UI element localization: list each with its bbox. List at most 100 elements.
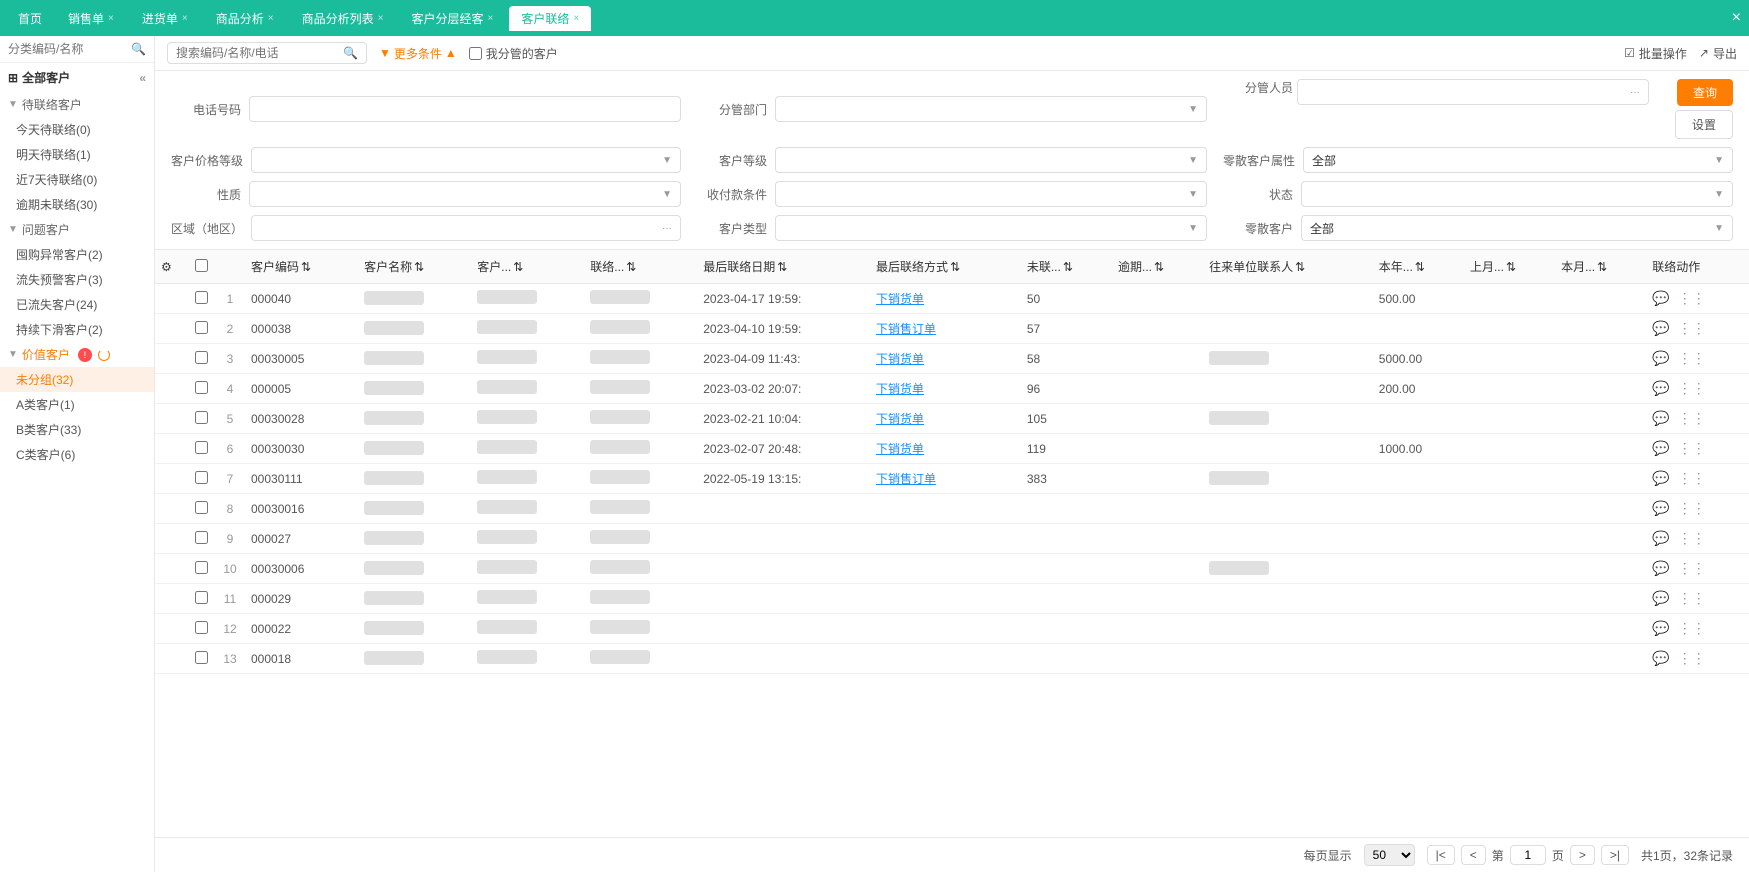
sidebar-item-overdue[interactable]: 逾期未联络(30) [0,192,154,217]
col-this-month[interactable]: 本月...⇅ [1555,250,1646,284]
last-page-btn[interactable]: >| [1601,845,1629,865]
filter-select-payment[interactable]: ▼ [775,181,1207,207]
all-customers-header[interactable]: ⊞ 全部客户 « [0,63,154,92]
close-icon[interactable]: × [573,13,579,24]
sidebar-item-class-b[interactable]: B类客户(33) [0,417,154,442]
nav-tab-sales[interactable]: 销售单 × [56,6,126,31]
row-checkbox[interactable] [195,621,208,634]
sidebar-item-churned[interactable]: 已流失客户(24) [0,292,154,317]
sidebar-item-class-c[interactable]: C类客户(6) [0,442,154,467]
message-icon[interactable]: 💬 [1652,500,1669,517]
col-last-way[interactable]: 最后联络方式⇅ [870,250,1021,284]
nav-tab-analysis-list[interactable]: 商品分析列表 × [290,6,396,31]
col-contact-person[interactable]: 往来单位联系人⇅ [1203,250,1373,284]
search-icon[interactable]: 🔍 [131,42,146,56]
sidebar-item-churn-warning[interactable]: 流失预警客户(3) [0,267,154,292]
filter-select-person[interactable]: ··· [1297,79,1649,105]
more-icon[interactable]: ⋮⋮ [1678,470,1706,487]
next-page-btn[interactable]: > [1570,845,1595,865]
close-icon[interactable]: × [268,13,274,24]
more-icon[interactable]: ⋮⋮ [1678,380,1706,397]
row-checkbox[interactable] [195,351,208,364]
filter-select-sparse-attr[interactable]: 全部▼ [1303,147,1733,173]
row-checkbox[interactable] [195,321,208,334]
refresh-icon[interactable] [98,349,110,361]
row-checkbox[interactable] [195,531,208,544]
search-input[interactable] [176,46,339,60]
contact-way-link[interactable]: 下销货单 [876,292,924,306]
filter-input-phone[interactable] [249,96,681,122]
filter-select-dept[interactable]: ▼ [775,96,1207,122]
sidebar-group-value[interactable]: 价值客户 ! [0,342,154,367]
select-all-checkbox[interactable] [195,259,208,272]
batch-op-btn[interactable]: ☑ 批量操作 [1624,45,1687,62]
col-type[interactable]: 客户...⇅ [471,250,584,284]
message-icon[interactable]: 💬 [1652,410,1669,427]
sidebar-item-tomorrow[interactable]: 明天待联络(1) [0,142,154,167]
nav-tab-home[interactable]: 首页 [8,6,52,31]
message-icon[interactable]: 💬 [1652,440,1669,457]
page-input[interactable] [1510,845,1546,865]
more-icon[interactable]: ⋮⋮ [1678,440,1706,457]
col-this-year[interactable]: 本年...⇅ [1373,250,1464,284]
sidebar-item-today[interactable]: 今天待联络(0) [0,117,154,142]
col-last-date[interactable]: 最后联络日期⇅ [697,250,870,284]
search-button[interactable]: 查询 [1677,79,1733,106]
filter-select-ctype[interactable]: ▼ [775,215,1207,241]
message-icon[interactable]: 💬 [1652,530,1669,547]
more-icon[interactable]: ⋮⋮ [1678,410,1706,427]
close-icon[interactable]: × [182,13,188,24]
my-customers-checkbox[interactable]: 我分管的客户 [469,45,558,62]
more-icon[interactable]: ⋮⋮ [1678,560,1706,577]
row-checkbox[interactable] [195,381,208,394]
nav-tab-customer-contact[interactable]: 客户联络 × [509,6,591,31]
col-name[interactable]: 客户名称⇅ [358,250,471,284]
filter-select-nature[interactable]: ▼ [249,181,681,207]
prev-page-btn[interactable]: < [1461,845,1486,865]
more-icon[interactable]: ⋮⋮ [1678,620,1706,637]
row-checkbox[interactable] [195,291,208,304]
message-icon[interactable]: 💬 [1652,290,1669,307]
col-code[interactable]: 客户编码⇅ [245,250,358,284]
col-contact[interactable]: 联络...⇅ [584,250,697,284]
col-settings[interactable]: ⚙ [155,250,187,284]
contact-way-link[interactable]: 下销货单 [876,412,924,426]
row-checkbox[interactable] [195,591,208,604]
first-page-btn[interactable]: |< [1427,845,1455,865]
contact-way-link[interactable]: 下销货单 [876,352,924,366]
close-icon[interactable]: × [108,13,114,24]
more-icon[interactable]: ⋮⋮ [1678,590,1706,607]
contact-way-link[interactable]: 下销售订单 [876,472,936,486]
message-icon[interactable]: 💬 [1652,470,1669,487]
nav-tab-analysis[interactable]: 商品分析 × [204,6,286,31]
filter-select-status[interactable]: ▼ [1301,181,1733,207]
nav-close-icon[interactable]: × [1732,9,1741,27]
sidebar-item-class-a[interactable]: A类客户(1) [0,392,154,417]
more-conditions-btn[interactable]: ▼ 更多条件 ▲ [379,45,457,62]
nav-tab-purchase[interactable]: 进货单 × [130,6,200,31]
message-icon[interactable]: 💬 [1652,320,1669,337]
col-last-month[interactable]: 上月...⇅ [1464,250,1555,284]
message-icon[interactable]: 💬 [1652,620,1669,637]
sidebar-group-problem[interactable]: 问题客户 [0,217,154,242]
message-icon[interactable]: 💬 [1652,560,1669,577]
sidebar-search-input[interactable] [8,42,127,56]
my-customers-checkbox-input[interactable] [469,47,482,60]
more-icon[interactable]: ⋮⋮ [1678,530,1706,547]
close-icon[interactable]: × [487,13,493,24]
sidebar-item-7days[interactable]: 近7天待联络(0) [0,167,154,192]
reset-button[interactable]: 设置 [1675,110,1733,139]
more-icon[interactable]: ⋮⋮ [1678,650,1706,667]
export-btn[interactable]: ↗ 导出 [1699,45,1737,62]
filter-select-price-tier[interactable]: ▼ [251,147,681,173]
more-icon[interactable]: ⋮⋮ [1678,350,1706,367]
message-icon[interactable]: 💬 [1652,590,1669,607]
message-icon[interactable]: 💬 [1652,380,1669,397]
row-checkbox[interactable] [195,561,208,574]
per-page-select[interactable]: 50 20 100 [1364,844,1415,866]
filter-select-tier[interactable]: ▼ [775,147,1207,173]
contact-way-link[interactable]: 下销货单 [876,442,924,456]
row-checkbox[interactable] [195,651,208,664]
sidebar-group-pending[interactable]: 待联络客户 [0,92,154,117]
nav-tab-customer-tier[interactable]: 客户分层经客 × [399,6,505,31]
